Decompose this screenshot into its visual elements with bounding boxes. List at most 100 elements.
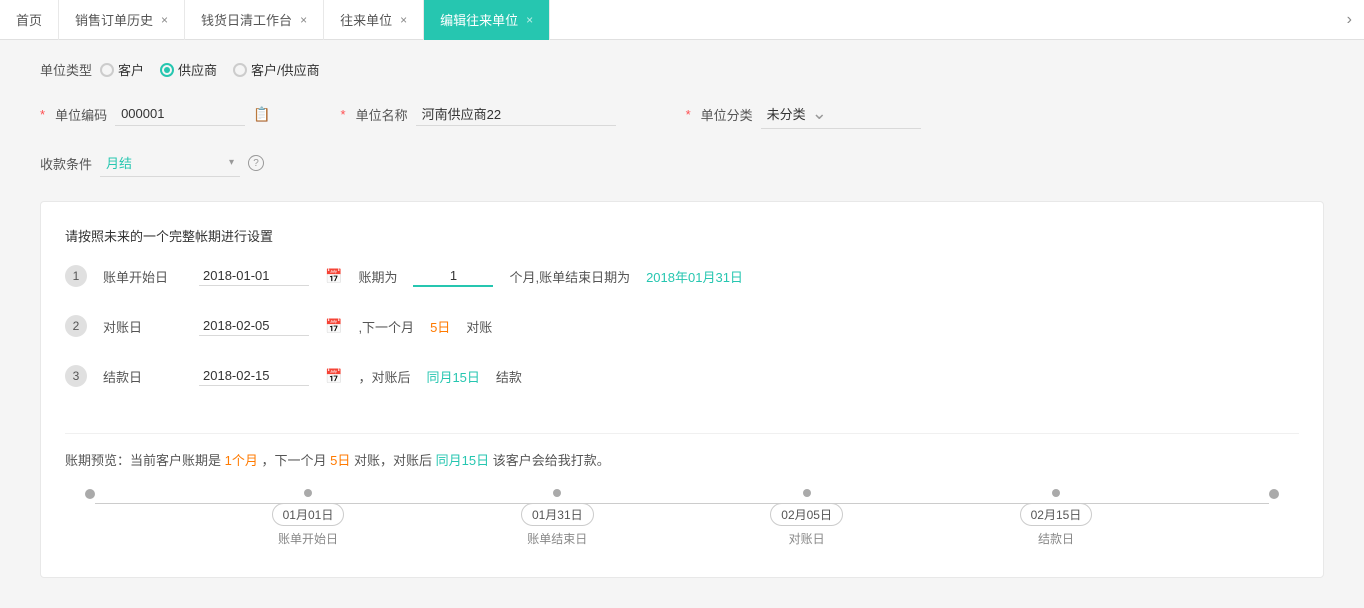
unit-type-row: 单位类型 客户 供应商 客户/供应商 xyxy=(40,60,1324,79)
timeline-node-0205: 02月05日 对账日 xyxy=(770,489,843,547)
unit-name-required: * xyxy=(341,107,346,122)
step-1-end-date: 2018年01月31日 xyxy=(646,267,743,286)
step-3-highlight: 同月15日 xyxy=(426,367,479,386)
timeline-node-0215: 02月15日 结款日 xyxy=(1020,489,1093,547)
timeline-dot-0215 xyxy=(1052,489,1060,497)
tab-trading-partner-close[interactable]: × xyxy=(400,13,407,27)
step-3-prefix: ，对账后 xyxy=(358,367,410,386)
unit-category-required: * xyxy=(686,107,691,122)
step-2-suffix: 对账 xyxy=(466,317,492,336)
radio-supplier[interactable]: 供应商 xyxy=(160,60,217,79)
step-3-suffix: 结款 xyxy=(496,367,522,386)
timeline-box-0205: 02月05日 xyxy=(770,503,843,526)
payment-terms-row: 收款条件 月结 ▾ ? xyxy=(40,149,1324,177)
timeline-node-0131: 01月31日 账单结束日 xyxy=(521,489,594,547)
unit-category-label: 单位分类 xyxy=(701,105,753,124)
payment-terms-group: 收款条件 月结 ▾ ? xyxy=(40,149,264,177)
step-1-date-input[interactable] xyxy=(199,266,309,286)
radio-customer-circle xyxy=(100,63,114,77)
unit-code-input[interactable] xyxy=(115,102,245,126)
timeline-box-0101: 01月01日 xyxy=(272,503,345,526)
timeline-box-0131: 01月31日 xyxy=(521,503,594,526)
page-content: 单位类型 客户 供应商 客户/供应商 * 单位编码 xyxy=(0,40,1364,600)
preview-section: 账期预览：当前客户账期是 1个月 ，下一个月 5日 对账，对账后 同月15日 该… xyxy=(65,397,1299,547)
timeline: 01月01日 账单开始日 01月31日 账单结束日 02月05日 对账日 xyxy=(65,489,1299,547)
timeline-dot-0101 xyxy=(304,489,312,497)
step-1-mid-text: 账期为 xyxy=(358,267,397,286)
radio-customer-supplier-circle xyxy=(233,63,247,77)
unit-name-label: 单位名称 xyxy=(356,105,408,124)
timeline-label-0215: 结款日 xyxy=(1038,530,1074,547)
unit-category-value: 未分类 xyxy=(767,104,806,123)
step-2-row: 2 对账日 📅 ,下一个月 5日 对账 xyxy=(65,315,1299,337)
tab-cash-workbench-label: 钱货日清工作台 xyxy=(201,10,292,29)
tab-edit-trading-partner-close[interactable]: × xyxy=(526,13,533,27)
unit-code-label: 单位编码 xyxy=(55,105,107,124)
unit-type-label: 单位类型 xyxy=(40,60,92,79)
timeline-label-0101: 账单开始日 xyxy=(278,530,338,547)
radio-customer-supplier-label: 客户/供应商 xyxy=(251,60,320,79)
step-3-number: 3 xyxy=(65,365,87,387)
preview-suffix: 该客户会给我打款。 xyxy=(493,453,610,468)
step-2-prefix: ,下一个月 xyxy=(358,317,414,336)
help-icon[interactable]: ? xyxy=(248,155,264,171)
tab-trading-partner[interactable]: 往来单位 × xyxy=(324,0,424,40)
tabs-bar: 首页 销售订单历史 × 钱货日清工作台 × 往来单位 × 编辑往来单位 × › xyxy=(0,0,1364,40)
timeline-end xyxy=(1269,489,1279,539)
unit-type-radio-group: 客户 供应商 客户/供应商 xyxy=(100,60,320,79)
preview-text: 账期预览：当前客户账期是 1个月 ，下一个月 5日 对账，对账后 同月15日 该… xyxy=(65,450,1299,469)
unit-category-arrow-icon: ⌄ xyxy=(812,103,827,124)
unit-type-group: 单位类型 客户 供应商 客户/供应商 xyxy=(40,60,320,79)
step-1-calendar-icon[interactable]: 📅 xyxy=(325,268,342,285)
step-3-date-input[interactable] xyxy=(199,366,309,386)
preview-check-day: 5日 xyxy=(330,453,350,468)
step-1-row: 1 账单开始日 📅 账期为 个月,账单结束日期为 2018年01月31日 xyxy=(65,265,1299,287)
tab-cash-workbench[interactable]: 钱货日清工作台 × xyxy=(185,0,324,40)
payment-terms-select[interactable]: 月结 ▾ xyxy=(100,149,240,177)
unit-code-group: * 单位编码 📋 xyxy=(40,102,271,126)
radio-customer-label: 客户 xyxy=(118,60,144,79)
step-2-highlight: 5日 xyxy=(430,317,450,336)
tab-home-label: 首页 xyxy=(16,10,42,29)
timeline-box-0215: 02月15日 xyxy=(1020,503,1093,526)
step-1-period-input[interactable] xyxy=(413,266,493,287)
timeline-dot-0131 xyxy=(553,489,561,497)
step-2-number: 2 xyxy=(65,315,87,337)
tab-edit-trading-partner[interactable]: 编辑往来单位 × xyxy=(424,0,550,40)
payment-terms-arrow-icon: ▾ xyxy=(229,157,234,168)
preview-prefix: 账期预览：当前客户账期是 xyxy=(65,453,221,468)
timeline-nodes: 01月01日 账单开始日 01月31日 账单结束日 02月05日 对账日 xyxy=(65,489,1299,547)
radio-customer[interactable]: 客户 xyxy=(100,60,144,79)
unit-code-copy-icon[interactable]: 📋 xyxy=(253,106,270,123)
tab-trading-partner-label: 往来单位 xyxy=(340,10,392,29)
step-1-suffix: 个月,账单结束日期为 xyxy=(509,267,630,286)
step-1-label: 账单开始日 xyxy=(103,267,183,286)
timeline-label-0205: 对账日 xyxy=(789,530,825,547)
payment-terms-value: 月结 xyxy=(106,153,225,172)
step-3-calendar-icon[interactable]: 📅 xyxy=(325,368,342,385)
step-2-label: 对账日 xyxy=(103,317,183,336)
unit-name-input[interactable] xyxy=(416,102,616,126)
step-3-row: 3 结款日 📅 ，对账后 同月15日 结款 xyxy=(65,365,1299,387)
unit-category-group: * 单位分类 未分类 ⌄ xyxy=(686,99,921,129)
step-2-date-input[interactable] xyxy=(199,316,309,336)
radio-customer-supplier[interactable]: 客户/供应商 xyxy=(233,60,320,79)
tab-sales-order-history[interactable]: 销售订单历史 × xyxy=(59,0,185,40)
unit-name-group: * 单位名称 xyxy=(341,102,616,126)
radio-supplier-circle xyxy=(160,63,174,77)
tab-more-button[interactable]: › xyxy=(1335,11,1364,29)
tab-home[interactable]: 首页 xyxy=(0,0,59,40)
preview-pay-day: 同月15日 xyxy=(436,453,489,468)
step-2-calendar-icon[interactable]: 📅 xyxy=(325,318,342,335)
step-1-number: 1 xyxy=(65,265,87,287)
tab-cash-workbench-close[interactable]: × xyxy=(300,13,307,27)
timeline-node-0101: 01月01日 账单开始日 xyxy=(272,489,345,547)
preview-period: 1个月 xyxy=(225,453,258,468)
settings-panel: 请按照未来的一个完整帐期进行设置 1 账单开始日 📅 账期为 个月,账单结束日期… xyxy=(40,201,1324,578)
tab-sales-order-history-close[interactable]: × xyxy=(161,13,168,27)
tab-edit-trading-partner-label: 编辑往来单位 xyxy=(440,10,518,29)
panel-title: 请按照未来的一个完整帐期进行设置 xyxy=(65,226,1299,245)
timeline-end-dot xyxy=(1269,489,1279,499)
radio-supplier-label: 供应商 xyxy=(178,60,217,79)
unit-category-select[interactable]: 未分类 ⌄ xyxy=(761,99,921,129)
